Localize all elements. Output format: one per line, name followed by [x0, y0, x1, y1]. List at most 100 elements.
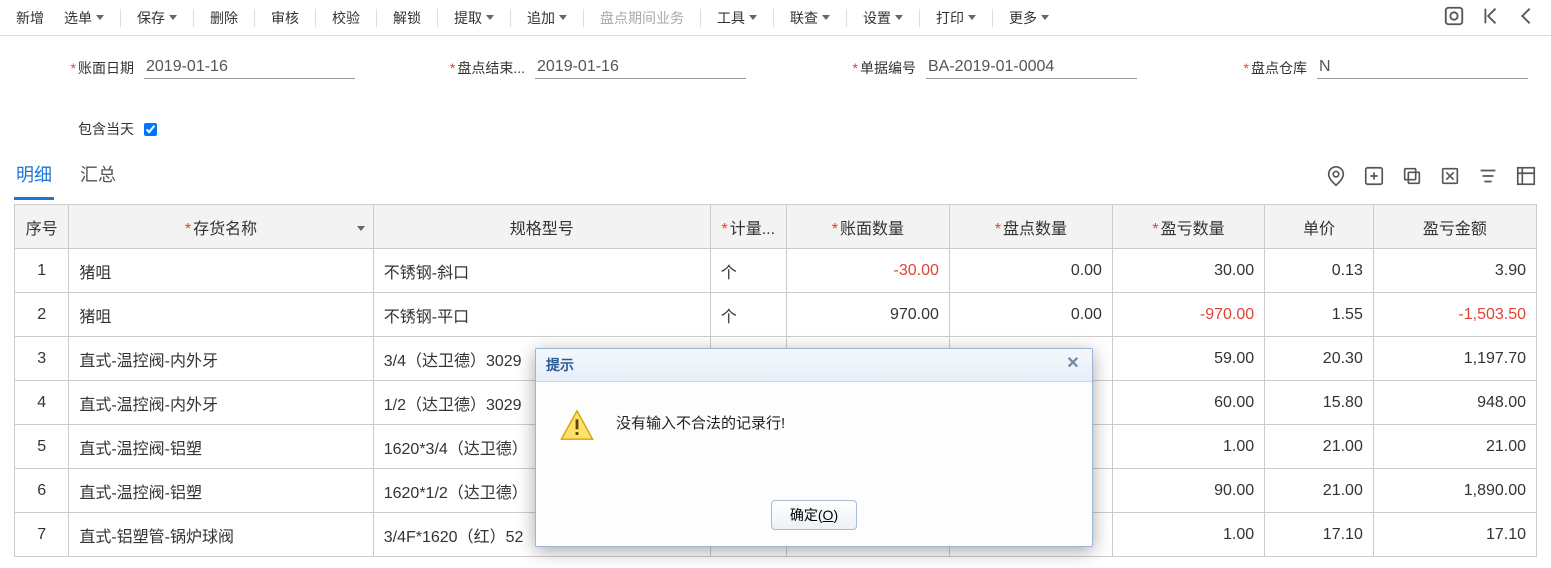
col-seq[interactable]: 序号	[15, 205, 69, 249]
toolbar-联查[interactable]: 联查	[782, 4, 838, 32]
cell-diff_qty[interactable]: -970.00	[1112, 293, 1264, 337]
toolbar-right	[1443, 5, 1543, 30]
cell-diff_qty[interactable]: 59.00	[1112, 337, 1264, 381]
warehouse-input[interactable]	[1317, 56, 1528, 79]
col-unit[interactable]: *计量...	[710, 205, 786, 249]
scan-icon[interactable]	[1443, 5, 1465, 30]
cell-price[interactable]: 0.13	[1265, 249, 1374, 293]
col-book_qty[interactable]: *账面数量	[786, 205, 949, 249]
export-icon[interactable]	[1515, 165, 1537, 190]
cell-diff_amt[interactable]: 1,197.70	[1373, 337, 1536, 381]
col-count_qty[interactable]: *盘点数量	[949, 205, 1112, 249]
cell-diff_qty[interactable]: 60.00	[1112, 381, 1264, 425]
cell-book_qty[interactable]: 970.00	[786, 293, 949, 337]
tab-summary[interactable]: 汇总	[78, 155, 118, 200]
toolbar-审核[interactable]: 审核	[263, 4, 307, 32]
cell-diff_qty[interactable]: 1.00	[1112, 425, 1264, 469]
cell-diff_qty[interactable]: 30.00	[1112, 249, 1264, 293]
toolbar-更多[interactable]: 更多	[1001, 4, 1057, 32]
cell-seq[interactable]: 3	[15, 337, 69, 381]
col-price[interactable]: 单价	[1265, 205, 1374, 249]
book-date-input[interactable]	[144, 56, 355, 79]
table-row[interactable]: 1猪咀不锈钢-斜口个-30.000.0030.000.133.90	[15, 249, 1537, 293]
alert-dialog: 提示 ✕ 没有输入不合法的记录行! 确定(O)	[535, 348, 1093, 547]
include-today-checkbox[interactable]	[144, 123, 157, 136]
cell-diff_amt[interactable]: 1,890.00	[1373, 469, 1536, 513]
cell-price[interactable]: 20.30	[1265, 337, 1374, 381]
sort-icon[interactable]	[1477, 165, 1499, 190]
cell-count_qty[interactable]: 0.00	[949, 293, 1112, 337]
cell-name[interactable]: 直式-温控阀-铝塑	[69, 469, 373, 513]
cell-price[interactable]: 1.55	[1265, 293, 1374, 337]
cell-diff_amt[interactable]: 948.00	[1373, 381, 1536, 425]
dialog-message: 没有输入不合法的记录行!	[616, 408, 785, 433]
cell-price[interactable]: 15.80	[1265, 381, 1374, 425]
cell-diff_qty[interactable]: 1.00	[1112, 513, 1264, 557]
sort-handle-icon[interactable]	[355, 218, 365, 236]
warehouse-label: 盘点仓库	[1251, 60, 1307, 76]
toolbar-删除[interactable]: 删除	[202, 4, 246, 32]
cell-unit[interactable]: 个	[710, 249, 786, 293]
ok-button[interactable]: 确定(O)	[771, 500, 857, 530]
toolbar-设置[interactable]: 设置	[855, 4, 911, 32]
toolbar-解锁[interactable]: 解锁	[385, 4, 429, 32]
dialog-title: 提示	[546, 355, 574, 375]
book-date-label: 账面日期	[78, 60, 134, 76]
cell-price[interactable]: 21.00	[1265, 425, 1374, 469]
toolbar-打印[interactable]: 打印	[928, 4, 984, 32]
cell-spec[interactable]: 不锈钢-斜口	[373, 249, 710, 293]
cell-count_qty[interactable]: 0.00	[949, 249, 1112, 293]
chevron-down-icon	[169, 15, 177, 20]
copy-icon[interactable]	[1401, 165, 1423, 190]
cell-diff_amt[interactable]: 17.10	[1373, 513, 1536, 557]
toolbar-追加[interactable]: 追加	[519, 4, 575, 32]
doc-no-label: 单据编号	[860, 60, 916, 76]
chevron-down-icon	[559, 15, 567, 20]
delete-row-icon[interactable]	[1439, 165, 1461, 190]
cell-price[interactable]: 21.00	[1265, 469, 1374, 513]
locate-icon[interactable]	[1325, 165, 1347, 190]
toolbar-校验[interactable]: 校验	[324, 4, 368, 32]
col-diff_qty[interactable]: *盈亏数量	[1112, 205, 1264, 249]
table-row[interactable]: 2猪咀不锈钢-平口个970.000.00-970.001.55-1,503.50	[15, 293, 1537, 337]
col-spec[interactable]: 规格型号	[373, 205, 710, 249]
grid-toolbar	[1325, 165, 1537, 190]
cell-diff_qty[interactable]: 90.00	[1112, 469, 1264, 513]
cell-seq[interactable]: 7	[15, 513, 69, 557]
cell-name[interactable]: 猪咀	[69, 293, 373, 337]
cell-diff_amt[interactable]: -1,503.50	[1373, 293, 1536, 337]
toolbar-工具[interactable]: 工具	[709, 4, 765, 32]
doc-no-input[interactable]	[926, 56, 1137, 79]
cell-diff_amt[interactable]: 21.00	[1373, 425, 1536, 469]
cell-name[interactable]: 猪咀	[69, 249, 373, 293]
cell-name[interactable]: 直式-温控阀-铝塑	[69, 425, 373, 469]
cell-name[interactable]: 直式-温控阀-内外牙	[69, 337, 373, 381]
tab-detail[interactable]: 明细	[14, 155, 54, 200]
toolbar-separator	[992, 9, 993, 27]
toolbar-新增[interactable]: 新增	[8, 4, 52, 32]
cell-name[interactable]: 直式-温控阀-内外牙	[69, 381, 373, 425]
end-date-input[interactable]	[535, 56, 746, 79]
toolbar-提取[interactable]: 提取	[446, 4, 502, 32]
cell-unit[interactable]: 个	[710, 293, 786, 337]
col-name[interactable]: *存货名称	[69, 205, 373, 249]
col-diff_amt[interactable]: 盈亏金额	[1373, 205, 1536, 249]
cell-seq[interactable]: 4	[15, 381, 69, 425]
close-icon[interactable]: ✕	[1064, 356, 1082, 374]
cell-price[interactable]: 17.10	[1265, 513, 1374, 557]
cell-spec[interactable]: 不锈钢-平口	[373, 293, 710, 337]
cell-seq[interactable]: 5	[15, 425, 69, 469]
toolbar-选单[interactable]: 选单	[56, 4, 112, 32]
first-record-icon[interactable]	[1479, 5, 1501, 30]
cell-diff_amt[interactable]: 3.90	[1373, 249, 1536, 293]
cell-seq[interactable]: 6	[15, 469, 69, 513]
cell-name[interactable]: 直式-铝塑管-锅炉球阀	[69, 513, 373, 557]
cell-seq[interactable]: 1	[15, 249, 69, 293]
toolbar-保存[interactable]: 保存	[129, 4, 185, 32]
chevron-down-icon	[486, 15, 494, 20]
dialog-body: 没有输入不合法的记录行!	[536, 382, 1092, 492]
add-row-icon[interactable]	[1363, 165, 1385, 190]
cell-book_qty[interactable]: -30.00	[786, 249, 949, 293]
prev-record-icon[interactable]	[1515, 5, 1537, 30]
cell-seq[interactable]: 2	[15, 293, 69, 337]
